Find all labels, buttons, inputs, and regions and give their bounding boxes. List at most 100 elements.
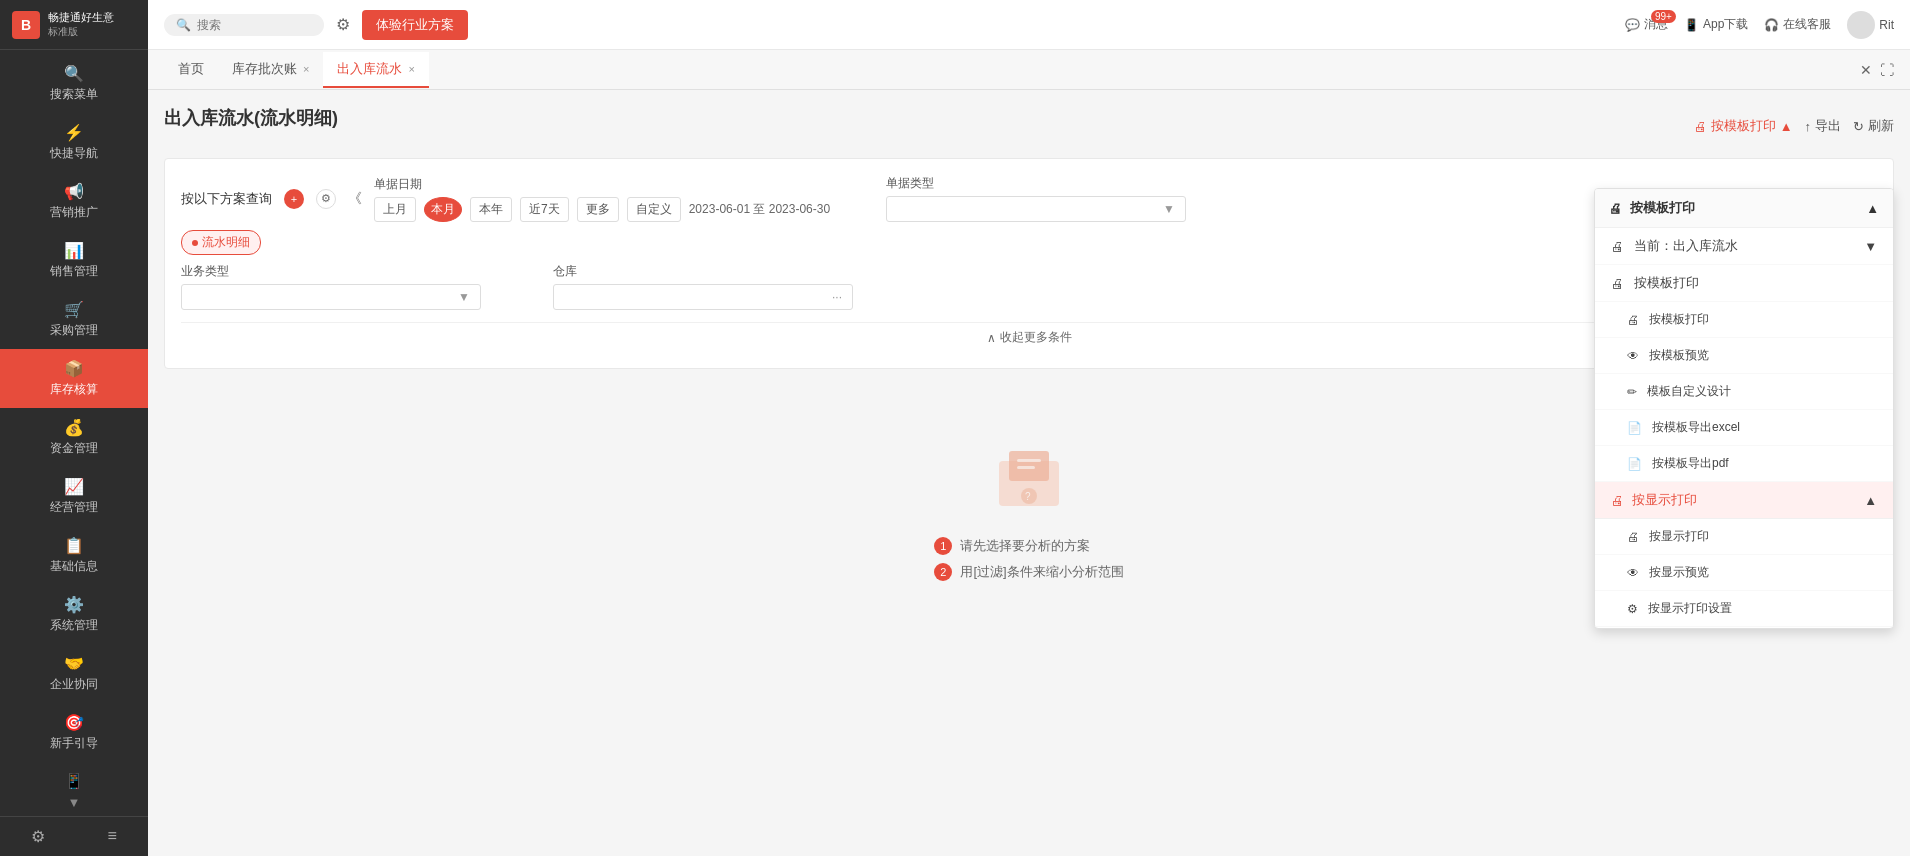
quick-nav-icon: ⚡ bbox=[64, 123, 84, 142]
dropdown-template-print-item[interactable]: 🖨 按模板打印 bbox=[1595, 302, 1893, 338]
user-avatar-button[interactable]: Rit bbox=[1847, 11, 1894, 39]
tab-batch-account[interactable]: 库存批次账 × bbox=[218, 52, 323, 88]
date-filter-options: 上月 本月 本年 近7天 更多 自定义 2023-06-01 至 2023-06… bbox=[374, 197, 874, 222]
dropdown-display-print-header[interactable]: 🖨 按显示打印 ▲ bbox=[1595, 482, 1893, 519]
export-button[interactable]: ↑ 导出 bbox=[1805, 117, 1842, 135]
display-print-settings-label: 按显示打印设置 bbox=[1648, 600, 1732, 617]
user-name: Rit bbox=[1879, 18, 1894, 32]
tab-close-icon[interactable]: ✕ bbox=[1860, 62, 1872, 78]
dropdown-template-customize[interactable]: ✏ 模板自定义设计 bbox=[1595, 374, 1893, 410]
message-icon: 💬 bbox=[1625, 18, 1640, 32]
inventory-icon: 📦 bbox=[64, 359, 84, 378]
display-preview-icon: 👁 bbox=[1627, 566, 1639, 580]
sidebar-item-sales[interactable]: 📊 销售管理 bbox=[0, 231, 148, 290]
type-select[interactable]: ▼ bbox=[886, 196, 1186, 222]
sidebar-item-app-center[interactable]: 📱 应用中心 bbox=[0, 762, 148, 789]
page-title: 出入库流水(流水明细) bbox=[164, 106, 338, 130]
dropdown-display-print-settings[interactable]: ⚙ 按显示打印设置 bbox=[1595, 591, 1893, 627]
sidebar-item-marketing[interactable]: 📢 营销推广 bbox=[0, 172, 148, 231]
dropdown-template-print-header[interactable]: 🖨 按模板打印 bbox=[1595, 265, 1893, 302]
sidebar-item-purchase[interactable]: 🛒 采购管理 bbox=[0, 290, 148, 349]
collapse-label: 收起更多条件 bbox=[1000, 329, 1072, 346]
step2-text: 用[过滤]条件来缩小分析范围 bbox=[960, 563, 1123, 581]
filter-add-btn[interactable]: + bbox=[284, 189, 304, 209]
sidebar-item-basic[interactable]: 📋 基础信息 bbox=[0, 526, 148, 585]
page-header-actions: 🖨 按模板打印 ▲ ↑ 导出 ↻ 刷新 bbox=[1694, 117, 1894, 135]
dropdown-title: 按模板打印 bbox=[1630, 199, 1695, 217]
system-icon: ⚙️ bbox=[64, 595, 84, 614]
sidebar-item-label: 快捷导航 bbox=[50, 145, 98, 162]
print-label: 按模板打印 bbox=[1711, 117, 1776, 135]
display-print-chevron: ▲ bbox=[1864, 493, 1877, 508]
date-btn-more[interactable]: 更多 bbox=[577, 197, 619, 222]
dropdown-display-export-excel[interactable]: 📄 按显示导出excel bbox=[1595, 627, 1893, 628]
tab-flow-close[interactable]: × bbox=[408, 63, 414, 75]
tab-flow-label: 出入库流水 bbox=[337, 60, 402, 78]
message-button[interactable]: 💬 消息 99+ bbox=[1625, 16, 1668, 33]
menu-bottom-icon[interactable]: ≡ bbox=[107, 827, 116, 846]
sidebar-item-label: 销售管理 bbox=[50, 263, 98, 280]
dropdown-current[interactable]: 🖨 当前：出入库流水 ▼ bbox=[1595, 228, 1893, 265]
dropdown-scroll: 🖨 当前：出入库流水 ▼ 🖨 按模板打印 🖨 按模板打印 👁 按模板预览 bbox=[1595, 228, 1893, 628]
warehouse-select[interactable]: ··· bbox=[553, 284, 853, 310]
dropdown-display-print-item[interactable]: 🖨 按显示打印 bbox=[1595, 519, 1893, 555]
sidebar-item-label: 基础信息 bbox=[50, 558, 98, 575]
sidebar-item-quick-nav[interactable]: ⚡ 快捷导航 bbox=[0, 113, 148, 172]
date-btn-7days[interactable]: 近7天 bbox=[520, 197, 569, 222]
tab-flow[interactable]: 出入库流水 × bbox=[323, 52, 428, 88]
refresh-label: 刷新 bbox=[1868, 117, 1894, 135]
tab-batch-account-close[interactable]: × bbox=[303, 63, 309, 75]
tab-home-label: 首页 bbox=[178, 60, 204, 78]
sidebar-item-search[interactable]: 🔍 搜索菜单 bbox=[0, 54, 148, 113]
filter-settings-btn[interactable]: ⚙ bbox=[316, 189, 336, 209]
dropdown-template-export-pdf[interactable]: 📄 按模板导出pdf bbox=[1595, 446, 1893, 482]
template-pdf-label: 按模板导出pdf bbox=[1652, 455, 1729, 472]
trial-button[interactable]: 体验行业方案 bbox=[362, 10, 468, 40]
svg-text:?: ? bbox=[1025, 491, 1031, 502]
print-button[interactable]: 🖨 按模板打印 ▲ bbox=[1694, 117, 1793, 135]
sidebar-item-cooperation[interactable]: 🤝 企业协同 bbox=[0, 644, 148, 703]
topbar: 🔍 ⚙ 体验行业方案 💬 消息 99+ 📱 App下载 🎧 在线客服 Rit bbox=[148, 0, 1910, 50]
guide-icon: 🎯 bbox=[64, 713, 84, 732]
sidebar-item-label: 新手引导 bbox=[50, 735, 98, 752]
search-nav-icon: 🔍 bbox=[64, 64, 84, 83]
business-type-select[interactable]: ▼ bbox=[181, 284, 481, 310]
tab-home[interactable]: 首页 bbox=[164, 52, 218, 88]
template-customize-label: 模板自定义设计 bbox=[1647, 383, 1731, 400]
svg-rect-3 bbox=[1017, 466, 1035, 469]
app-download-button[interactable]: 📱 App下载 bbox=[1684, 16, 1748, 33]
basic-icon: 📋 bbox=[64, 536, 84, 555]
sidebar-scroll-down[interactable]: ▼ bbox=[0, 789, 148, 816]
dropdown-template-preview[interactable]: 👁 按模板预览 bbox=[1595, 338, 1893, 374]
tab-expand-icon[interactable]: ⛶ bbox=[1880, 62, 1894, 78]
step1-text: 请先选择要分析的方案 bbox=[960, 537, 1090, 555]
type-filter-field: 单据类型 ▼ bbox=[886, 175, 1206, 222]
date-btn-this-year[interactable]: 本年 bbox=[470, 197, 512, 222]
settings-bottom-icon[interactable]: ⚙ bbox=[31, 827, 45, 846]
topbar-search-box[interactable]: 🔍 bbox=[164, 14, 324, 36]
sidebar-item-system[interactable]: ⚙️ 系统管理 bbox=[0, 585, 148, 644]
sidebar-item-guide[interactable]: 🎯 新手引导 bbox=[0, 703, 148, 762]
date-btn-custom[interactable]: 自定义 bbox=[627, 197, 681, 222]
date-btn-this-month[interactable]: 本月 bbox=[424, 197, 462, 222]
sidebar-bottom: ⚙ ≡ bbox=[0, 816, 148, 856]
date-btn-last-month[interactable]: 上月 bbox=[374, 197, 416, 222]
business-type-label: 业务类型 bbox=[181, 263, 501, 280]
sidebar-item-finance[interactable]: 💰 资金管理 bbox=[0, 408, 148, 467]
display-print-header-icon: 🖨 bbox=[1611, 493, 1624, 508]
dropdown-template-export-excel[interactable]: 📄 按模板导出excel bbox=[1595, 410, 1893, 446]
tag-label: 流水明细 bbox=[202, 234, 250, 251]
sidebar-item-inventory[interactable]: 📦 库存核算 bbox=[0, 349, 148, 408]
main-area: 🔍 ⚙ 体验行业方案 💬 消息 99+ 📱 App下载 🎧 在线客服 Rit bbox=[148, 0, 1910, 856]
refresh-icon: ↻ bbox=[1853, 119, 1864, 134]
dropdown-panel: 🖨 按模板打印 ▲ 🖨 当前：出入库流水 ▼ 🖨 按模板打印 bbox=[1594, 188, 1894, 629]
dropdown-display-preview[interactable]: 👁 按显示预览 bbox=[1595, 555, 1893, 591]
sidebar-item-operations[interactable]: 📈 经营管理 bbox=[0, 467, 148, 526]
filter-collapse-btn[interactable]: 《 bbox=[348, 190, 362, 208]
template-customize-icon: ✏ bbox=[1627, 385, 1637, 399]
refresh-button[interactable]: ↻ 刷新 bbox=[1853, 117, 1894, 135]
search-input[interactable] bbox=[197, 18, 312, 32]
online-service-button[interactable]: 🎧 在线客服 bbox=[1764, 16, 1831, 33]
date-field-label: 单据日期 bbox=[374, 176, 874, 193]
gear-icon[interactable]: ⚙ bbox=[336, 15, 350, 34]
